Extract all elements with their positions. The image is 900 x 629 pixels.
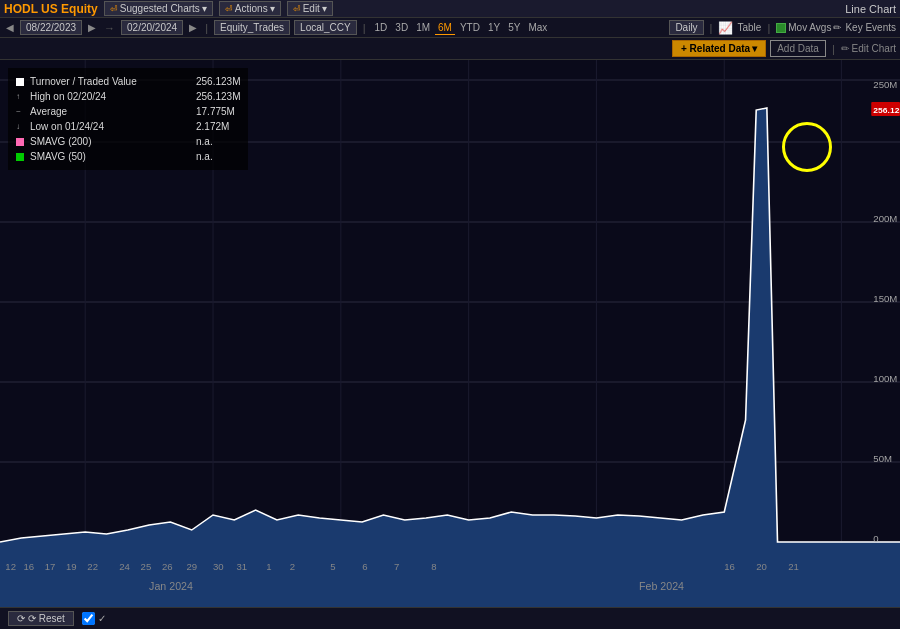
period-5y[interactable]: 5Y <box>505 21 523 35</box>
svg-text:6: 6 <box>362 562 367 572</box>
second-bar: ◀ 08/22/2023 ▶ → 02/20/2024 ▶ | Equity_T… <box>0 18 900 38</box>
period-6m[interactable]: 6M <box>435 21 455 35</box>
svg-text:26: 26 <box>162 562 173 572</box>
svg-text:25: 25 <box>141 562 152 572</box>
legend-low-label: Low on 01/24/24 <box>30 119 190 134</box>
svg-text:24: 24 <box>119 562 130 572</box>
svg-text:31: 31 <box>236 562 247 572</box>
legend-avg-value: 17.775M <box>196 104 235 119</box>
svg-text:7: 7 <box>394 562 399 572</box>
ticker-label: HODL US Equity <box>4 2 98 16</box>
svg-text:256.123M: 256.123M <box>873 106 900 115</box>
pencil-icon: ✏ <box>833 22 841 33</box>
bottom-checkbox-area: ✓ <box>82 612 106 625</box>
legend-smavg200-value: n.a. <box>196 134 213 149</box>
legend-smavg50-value: n.a. <box>196 149 213 164</box>
svg-text:1: 1 <box>266 562 271 572</box>
end-date-button[interactable]: 02/20/2024 <box>121 20 183 35</box>
svg-text:29: 29 <box>186 562 197 572</box>
svg-text:100M: 100M <box>873 374 897 384</box>
svg-text:0: 0 <box>873 534 878 544</box>
add-data-button[interactable]: Add Data <box>770 40 826 57</box>
legend-low-value: 2.172M <box>196 119 229 134</box>
dropdown-icon: ▾ <box>752 43 757 54</box>
edit-chart-button[interactable]: ✏ Edit Chart <box>841 43 896 54</box>
svg-text:5: 5 <box>330 562 335 572</box>
legend-smavg200-label: SMAVG (200) <box>30 134 190 149</box>
svg-text:2: 2 <box>290 562 295 572</box>
actions-button[interactable]: ⏎ Actions ▾ <box>219 1 281 16</box>
svg-text:30: 30 <box>213 562 224 572</box>
actions-icon: ⏎ <box>225 4 233 14</box>
related-data-button[interactable]: + Related Data ▾ <box>672 40 766 57</box>
svg-text:250M: 250M <box>873 80 897 90</box>
svg-text:16: 16 <box>23 562 34 572</box>
svg-text:16: 16 <box>724 562 735 572</box>
mov-avgs-button[interactable]: Mov Avgs ✏ <box>776 22 841 33</box>
legend-high-value: 256.123M <box>196 89 240 104</box>
legend-smavg50-color <box>16 153 24 161</box>
svg-text:19: 19 <box>66 562 77 572</box>
period-1y[interactable]: 1Y <box>485 21 503 35</box>
bottom-checkbox[interactable] <box>82 612 95 625</box>
legend-avg-label: Average <box>30 104 190 119</box>
legend-row-avg: ~ Average 17.775M <box>16 104 240 119</box>
edit-button[interactable]: ⏎ Edit ▾ <box>287 1 333 16</box>
prev-date-button[interactable]: ◀ <box>4 22 16 33</box>
legend-title-value: 256.123M <box>196 74 240 89</box>
period-buttons: 1D 3D 1M 6M YTD 1Y 5Y Max <box>372 21 551 35</box>
svg-text:50M: 50M <box>873 454 892 464</box>
legend-row-low: ↓ Low on 01/24/24 2.172M <box>16 119 240 134</box>
third-bar: + Related Data ▾ Add Data | ✏ Edit Chart <box>0 38 900 60</box>
svg-text:12: 12 <box>5 562 16 572</box>
tab-button[interactable]: Equity_Trades <box>214 20 290 35</box>
svg-text:Jan 2024: Jan 2024 <box>149 581 193 592</box>
mov-avgs-checkbox <box>776 23 786 33</box>
legend-smavg50-label: SMAVG (50) <box>30 149 190 164</box>
bottom-bar: ⟳ ⟳ Reset ✓ <box>0 607 900 629</box>
svg-marker-14 <box>0 108 900 607</box>
currency-button[interactable]: Local_CCY <box>294 20 357 35</box>
svg-text:20: 20 <box>756 562 767 572</box>
legend-row-smavg200: SMAVG (200) n.a. <box>16 134 240 149</box>
svg-text:200M: 200M <box>873 214 897 224</box>
next-date-button[interactable]: ▶ <box>86 22 98 33</box>
next-end-date-button[interactable]: ▶ <box>187 22 199 33</box>
period-1d[interactable]: 1D <box>372 21 391 35</box>
period-3d[interactable]: 3D <box>392 21 411 35</box>
legend-color-box <box>16 78 24 86</box>
reset-button[interactable]: ⟳ ⟳ Reset <box>8 611 74 626</box>
suggested-charts-button[interactable]: ⏎ Suggested Charts ▾ <box>104 1 213 16</box>
svg-text:Feb 2024: Feb 2024 <box>639 581 684 592</box>
period-1m[interactable]: 1M <box>413 21 433 35</box>
svg-text:21: 21 <box>788 562 799 572</box>
pencil-icon-edit: ✏ <box>841 43 849 54</box>
table-button[interactable]: Table <box>737 22 761 33</box>
line-chart-type-button[interactable]: 📈 <box>718 21 733 35</box>
legend-row-smavg50: SMAVG (50) n.a. <box>16 149 240 164</box>
chart-icon: ⏎ <box>110 4 118 14</box>
key-events-button[interactable]: Key Events <box>845 22 896 33</box>
svg-text:17: 17 <box>45 562 56 572</box>
edit-icon: ⏎ <box>293 4 301 14</box>
start-date-button[interactable]: 08/22/2023 <box>20 20 82 35</box>
legend-row-title: Turnover / Traded Value 256.123M <box>16 74 240 89</box>
legend-row-high: ↑ High on 02/20/24 256.123M <box>16 89 240 104</box>
period-max[interactable]: Max <box>525 21 550 35</box>
legend-title: Turnover / Traded Value <box>30 74 190 89</box>
period-ytd[interactable]: YTD <box>457 21 483 35</box>
legend-smavg200-color <box>16 138 24 146</box>
legend-high-label: High on 02/20/24 <box>30 89 190 104</box>
svg-text:8: 8 <box>431 562 436 572</box>
svg-text:22: 22 <box>87 562 98 572</box>
frequency-button[interactable]: Daily <box>669 20 703 35</box>
chart-legend: Turnover / Traded Value 256.123M ↑ High … <box>8 68 248 170</box>
top-bar: HODL US Equity ⏎ Suggested Charts ▾ ⏎ Ac… <box>0 0 900 18</box>
svg-text:150M: 150M <box>873 294 897 304</box>
chart-area: Turnover / Traded Value 256.123M ↑ High … <box>0 60 900 607</box>
reset-icon: ⟳ <box>17 613 25 624</box>
line-chart-label: Line Chart <box>845 3 896 15</box>
